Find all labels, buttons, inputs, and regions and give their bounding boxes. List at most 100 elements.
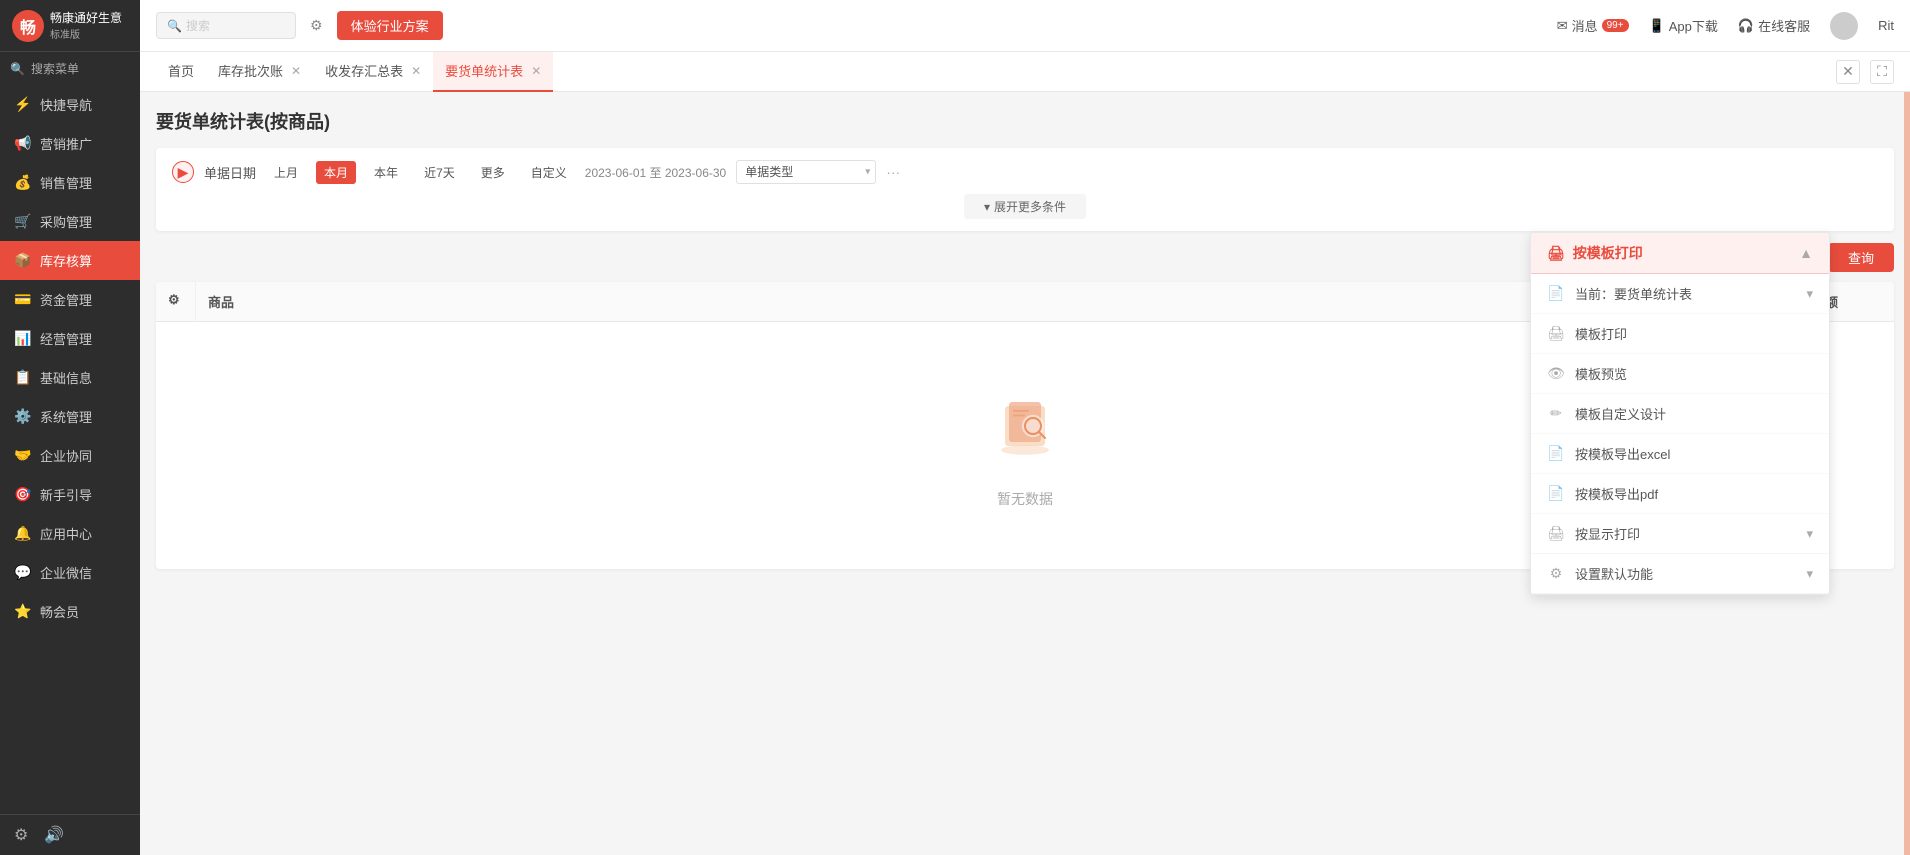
expand-icon: ▾	[1806, 526, 1813, 542]
col-product: 商品	[196, 282, 1534, 321]
more-options-icon[interactable]: ···	[886, 164, 900, 180]
sidebar-item-finance[interactable]: 💳 资金管理	[0, 280, 140, 319]
tab-collect-summary[interactable]: 收发存汇总表 ✕	[313, 52, 433, 92]
dropdown-display-print[interactable]: 🖨 按显示打印 ▾	[1531, 514, 1829, 554]
template-pdf-label: 按模板导出pdf	[1575, 484, 1658, 503]
resize-handle[interactable]	[1904, 92, 1910, 855]
guide-icon: 🎯	[14, 486, 32, 503]
trial-button[interactable]: 体验行业方案	[337, 11, 443, 40]
app-download-button[interactable]: 📱 App下载	[1649, 16, 1718, 35]
wechat-icon: 💬	[14, 564, 32, 581]
print-dropdown-title: 按模板打印	[1573, 243, 1643, 263]
dropdown-template-print[interactable]: 🖨 模板打印	[1531, 314, 1829, 354]
tab-batch-account-close-icon[interactable]: ✕	[291, 64, 301, 78]
filter-toggle-btn[interactable]: ▶	[172, 161, 194, 183]
sidebar-search[interactable]: 🔍 搜索菜单	[0, 52, 140, 85]
sidebar-item-sales[interactable]: 💰 销售管理	[0, 163, 140, 202]
sidebar-item-basic[interactable]: 📋 基础信息	[0, 358, 140, 397]
app-download-label: App下载	[1669, 16, 1718, 35]
pdf-icon: 📄	[1547, 485, 1565, 502]
sidebar-item-quick-nav[interactable]: ⚡ 快捷导航	[0, 85, 140, 124]
tab-order-summary-close-icon[interactable]: ✕	[531, 64, 541, 78]
sidebar-item-enterprise[interactable]: 🤝 企业协同	[0, 436, 140, 475]
date-range-display: 2023-06-01 至 2023-06-30	[585, 164, 726, 181]
sidebar-item-label: 企业协同	[40, 446, 92, 465]
messages-badge: 99+	[1602, 19, 1629, 32]
tab-batch-account-label: 库存批次账	[218, 61, 283, 80]
volume-icon[interactable]: 🔊	[44, 825, 64, 845]
expand-icon-2: ▾	[1806, 566, 1813, 582]
current-month-btn[interactable]: 本月	[316, 161, 356, 184]
custom-date-btn[interactable]: 自定义	[523, 161, 575, 184]
doc-type-select-wrapper: 单据类型	[736, 160, 876, 184]
last-7-days-btn[interactable]: 近7天	[416, 161, 463, 184]
sidebar-item-app-center[interactable]: 🔔 应用中心	[0, 514, 140, 553]
tab-home[interactable]: 首页	[156, 52, 206, 92]
dropdown-template-preview[interactable]: 👁 模板预览	[1531, 354, 1829, 394]
sidebar-item-operation[interactable]: 📊 经营管理	[0, 319, 140, 358]
current-year-btn[interactable]: 本年	[366, 161, 406, 184]
operation-icon: 📊	[14, 330, 32, 347]
dropdown-close-icon[interactable]: ▲	[1799, 245, 1813, 261]
logo-icon: 畅	[12, 10, 44, 42]
sidebar-item-wechat[interactable]: 💬 企业微信	[0, 553, 140, 592]
sidebar-item-label: 销售管理	[40, 173, 92, 192]
sidebar-item-label: 系统管理	[40, 407, 92, 426]
sidebar-item-member[interactable]: ⭐ 畅会员	[0, 592, 140, 631]
topbar-search-box[interactable]: 🔍 搜索	[156, 12, 296, 39]
tab-collect-summary-label: 收发存汇总表	[325, 61, 403, 80]
preview-icon: 👁	[1547, 365, 1565, 382]
dropdown-template-excel[interactable]: 📄 按模板导出excel	[1531, 434, 1829, 474]
sidebar: 畅 畅康通好生意 标准版 🔍 搜索菜单 ⚡ 快捷导航 📢 营销推广 💰 销售管理…	[0, 0, 140, 855]
prev-month-btn[interactable]: 上月	[266, 161, 306, 184]
sidebar-item-purchase[interactable]: 🛒 采购管理	[0, 202, 140, 241]
filter-row: ▶ 单据日期 上月 本月 本年 近7天 更多 自定义 2023-06-01 至 …	[172, 160, 1878, 184]
sidebar-item-marketing[interactable]: 📢 营销推广	[0, 124, 140, 163]
template-print-label: 模板打印	[1575, 324, 1627, 343]
expand-more-btn[interactable]: ▾ 展开更多条件	[964, 194, 1086, 219]
expand-row: ▾ 展开更多条件	[172, 194, 1878, 219]
col-settings: ⚙	[156, 282, 196, 321]
gear-icon[interactable]: ⚙	[310, 17, 323, 34]
more-date-btn[interactable]: 更多	[473, 161, 513, 184]
sidebar-item-guide[interactable]: 🎯 新手引导	[0, 475, 140, 514]
online-service-label: 在线客服	[1758, 16, 1810, 35]
sidebar-search-label: 搜索菜单	[31, 60, 79, 77]
sidebar-item-label: 营销推广	[40, 134, 92, 153]
sidebar-item-label: 快捷导航	[40, 95, 92, 114]
tab-batch-account[interactable]: 库存批次账 ✕	[206, 52, 313, 92]
chevron-down-icon: ▾	[984, 200, 990, 214]
dropdown-template-pdf[interactable]: 📄 按模板导出pdf	[1531, 474, 1829, 514]
dropdown-header: 🖨 按模板打印 ▲	[1531, 233, 1829, 274]
excel-icon: 📄	[1547, 445, 1565, 462]
settings-icon[interactable]: ⚙	[14, 825, 28, 845]
sidebar-bottom: ⚙ 🔊	[0, 814, 140, 855]
dropdown-default-fn[interactable]: ⚙ 设置默认功能 ▾	[1531, 554, 1829, 594]
chevron-right-icon: ▾	[1806, 286, 1813, 302]
default-fn-icon: ⚙	[1547, 565, 1565, 582]
sidebar-item-label: 资金管理	[40, 290, 92, 309]
tab-order-summary[interactable]: 要货单统计表 ✕	[433, 52, 553, 92]
sidebar-item-inventory[interactable]: 📦 库存核算	[0, 241, 140, 280]
template-preview-label: 模板预览	[1575, 364, 1627, 383]
messages-button[interactable]: ✉ 消息 99+	[1557, 16, 1629, 35]
tab-close-button[interactable]: ✕	[1836, 60, 1860, 84]
marketing-icon: 📢	[14, 135, 32, 152]
display-print-label: 按显示打印	[1575, 524, 1640, 543]
tab-fullscreen-button[interactable]: ⛶	[1870, 60, 1894, 84]
dropdown-current-template[interactable]: 📄 当前：要货单统计表 ▾	[1531, 274, 1829, 314]
tab-collect-summary-close-icon[interactable]: ✕	[411, 64, 421, 78]
tabs-bar: 首页 库存批次账 ✕ 收发存汇总表 ✕ 要货单统计表 ✕ ✕ ⛶	[140, 52, 1910, 92]
sidebar-item-system[interactable]: ⚙️ 系统管理	[0, 397, 140, 436]
online-service-button[interactable]: 🎧 在线客服	[1738, 16, 1810, 35]
dropdown-template-design[interactable]: ✏ 模板自定义设计	[1531, 394, 1829, 434]
date-label: 单据日期	[204, 163, 256, 182]
query-btn[interactable]: 查询	[1828, 243, 1894, 272]
avatar[interactable]	[1830, 12, 1858, 40]
sidebar-item-label: 库存核算	[40, 251, 92, 270]
doc-type-select[interactable]: 单据类型	[736, 160, 876, 184]
page-title: 要货单统计表(按商品)	[156, 108, 1894, 134]
message-icon: ✉	[1557, 18, 1568, 34]
app-logo: 畅 畅康通好生意 标准版	[0, 0, 140, 52]
content-area: 要货单统计表(按商品) ▶ 单据日期 上月 本月 本年 近7天 更多 自定义 2…	[140, 92, 1910, 855]
